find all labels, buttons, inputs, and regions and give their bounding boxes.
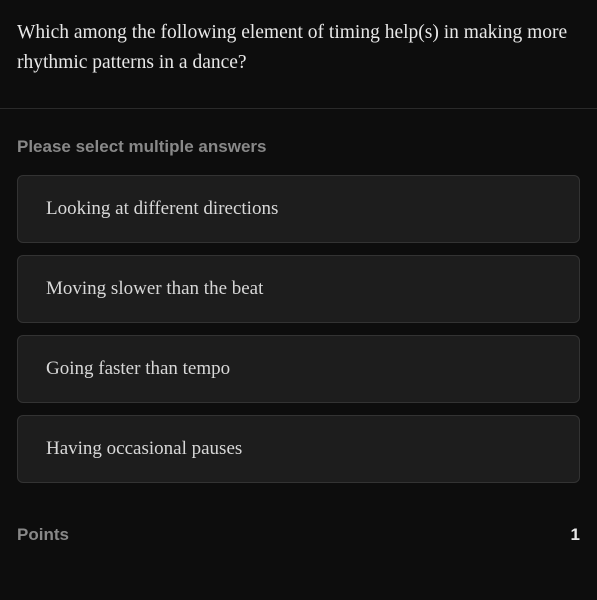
option-label: Going faster than tempo [46,358,230,379]
option-item[interactable]: Going faster than tempo [17,335,580,403]
question-text: Which among the following element of tim… [17,18,580,78]
option-label: Looking at different directions [46,198,278,219]
points-label: Points [17,525,69,545]
instruction-text: Please select multiple answers [17,137,580,157]
option-item[interactable]: Looking at different directions [17,175,580,243]
option-item[interactable]: Moving slower than the beat [17,255,580,323]
points-value: 1 [571,525,580,545]
option-item[interactable]: Having occasional pauses [17,415,580,483]
option-label: Having occasional pauses [46,438,242,459]
question-section: Which among the following element of tim… [0,0,597,108]
content-area: Please select multiple answers Looking a… [0,109,597,545]
option-label: Moving slower than the beat [46,278,263,299]
options-list: Looking at different directions Moving s… [17,175,580,483]
points-row: Points 1 [17,525,580,545]
